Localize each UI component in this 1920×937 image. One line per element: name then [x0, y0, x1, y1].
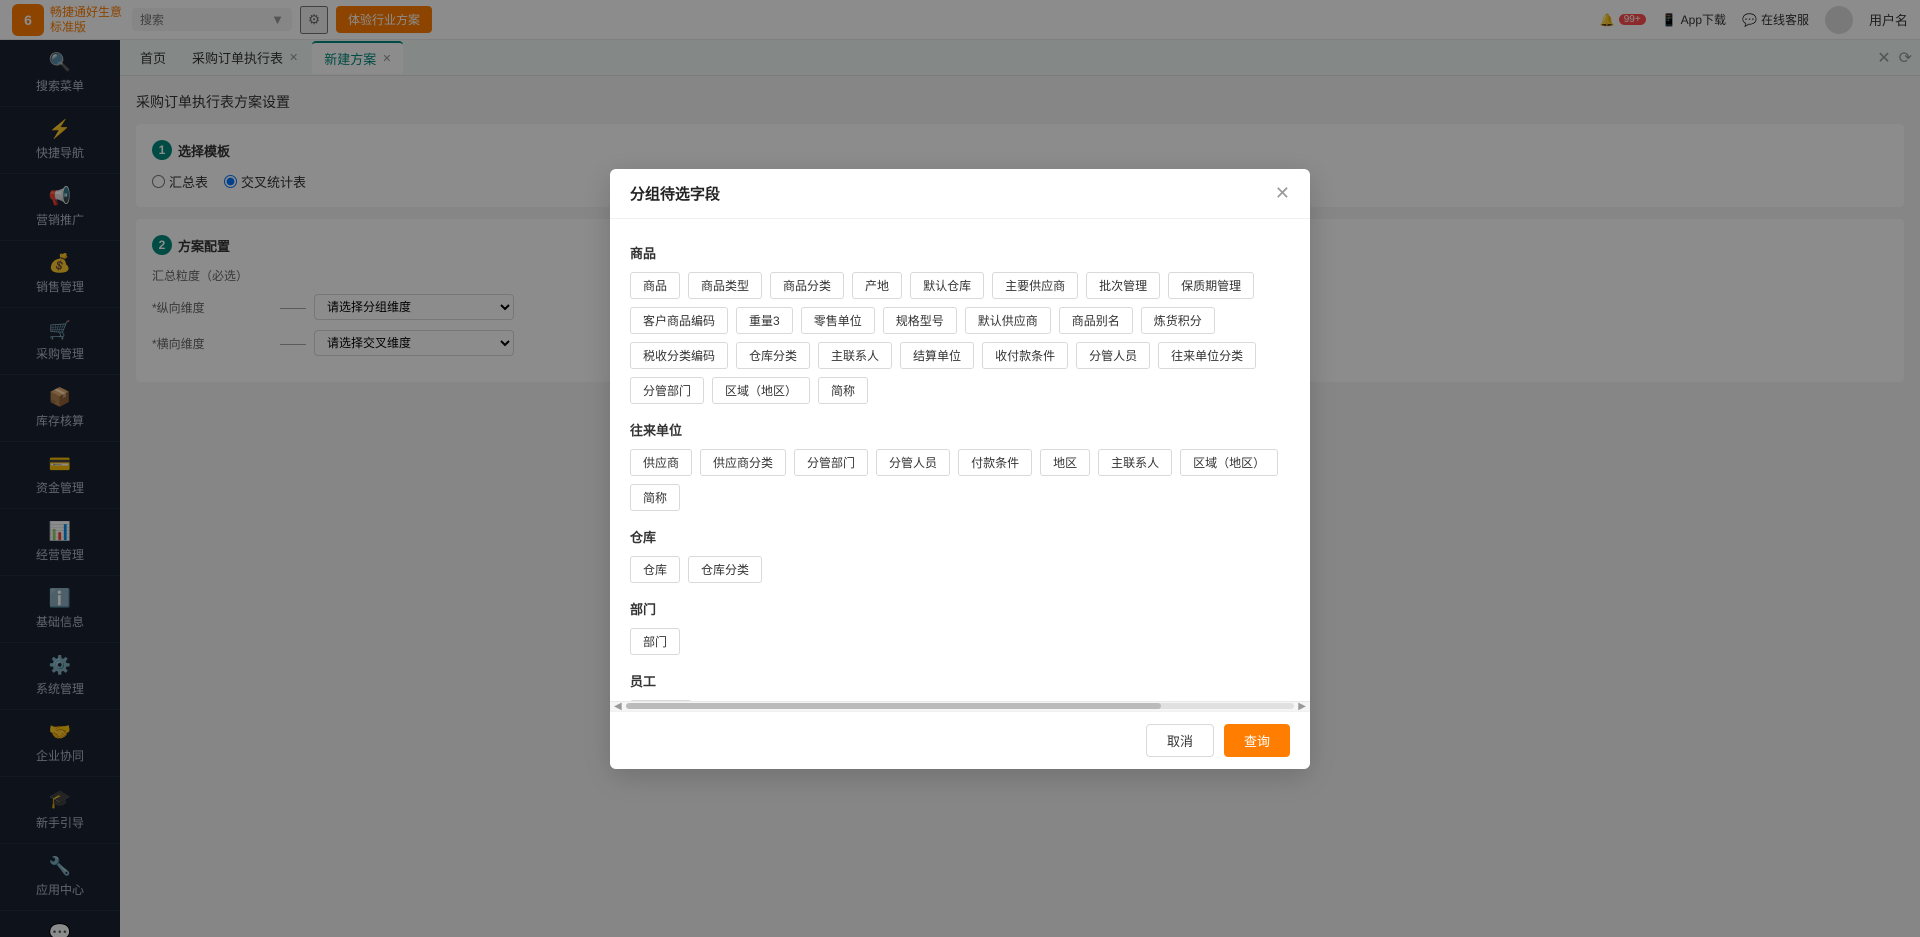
field-tag-1-3[interactable]: 分管人员 [876, 449, 950, 476]
field-tag-0-15[interactable]: 税收分类编码 [630, 342, 728, 369]
modal-footer: 取消 查询 [610, 711, 1310, 769]
field-group-title-2: 仓库 [630, 527, 1290, 546]
field-tag-1-1[interactable]: 供应商分类 [700, 449, 786, 476]
field-tags-1: 供应商供应商分类分管部门分管人员付款条件地区主联系人区域（地区） 简称 [630, 449, 1290, 511]
field-tag-0-14[interactable]: 炼货积分 [1141, 307, 1215, 334]
field-tag-0-0[interactable]: 商品 [630, 272, 680, 299]
modal-close-button[interactable]: ✕ [1275, 183, 1290, 204]
field-tag-0-19[interactable]: 收付款条件 [982, 342, 1068, 369]
field-group-title-0: 商品 [630, 243, 1290, 262]
field-tag-0-9[interactable]: 重量3 [736, 307, 793, 334]
field-tag-0-18[interactable]: 结算单位 [900, 342, 974, 369]
field-tag-0-24[interactable]: 简称 [818, 377, 868, 404]
scrollbar-thumb [626, 703, 1161, 709]
field-tag-1-6[interactable]: 主联系人 [1098, 449, 1172, 476]
field-tag-0-8[interactable]: 客户商品编码 [630, 307, 728, 334]
field-tags-2: 仓库仓库分类 [630, 556, 1290, 583]
scrollbar-track [626, 703, 1295, 709]
field-tag-3-0[interactable]: 部门 [630, 628, 680, 655]
field-tag-0-6[interactable]: 批次管理 [1086, 272, 1160, 299]
cancel-button[interactable]: 取消 [1146, 724, 1214, 757]
field-select-modal: 分组待选字段 ✕ 商品商品商品类型商品分类产地默认仓库主要供应商批次管理保质期管… [610, 169, 1310, 769]
field-tag-1-7[interactable]: 区域（地区） [1180, 449, 1278, 476]
field-tags-0: 商品商品类型商品分类产地默认仓库主要供应商批次管理保质期管理客户商品编码重量3 零… [630, 272, 1290, 404]
field-tag-0-13[interactable]: 商品别名 [1059, 307, 1133, 334]
horizontal-scrollbar[interactable]: ◀ ▶ [610, 701, 1310, 711]
field-tag-0-23[interactable]: 区域（地区） [712, 377, 810, 404]
field-tag-1-8[interactable]: 简称 [630, 484, 680, 511]
field-group-title-4: 员工 [630, 671, 1290, 690]
modal-body: 商品商品商品类型商品分类产地默认仓库主要供应商批次管理保质期管理客户商品编码重量… [610, 219, 1310, 701]
field-tag-0-20[interactable]: 分管人员 [1076, 342, 1150, 369]
modal-title: 分组待选字段 [630, 183, 720, 204]
field-tag-0-11[interactable]: 规格型号 [883, 307, 957, 334]
field-tag-0-4[interactable]: 默认仓库 [910, 272, 984, 299]
field-tag-1-5[interactable]: 地区 [1040, 449, 1090, 476]
field-tag-0-7[interactable]: 保质期管理 [1168, 272, 1254, 299]
field-tag-1-2[interactable]: 分管部门 [794, 449, 868, 476]
confirm-button[interactable]: 查询 [1224, 724, 1290, 757]
field-tag-2-1[interactable]: 仓库分类 [688, 556, 762, 583]
field-group-title-1: 往来单位 [630, 420, 1290, 439]
field-tag-0-21[interactable]: 往来单位分类 [1158, 342, 1256, 369]
field-tag-0-17[interactable]: 主联系人 [818, 342, 892, 369]
field-tag-1-0[interactable]: 供应商 [630, 449, 692, 476]
field-tag-0-12[interactable]: 默认供应商 [965, 307, 1051, 334]
field-group-title-3: 部门 [630, 599, 1290, 618]
modal-overlay: 分组待选字段 ✕ 商品商品商品类型商品分类产地默认仓库主要供应商批次管理保质期管… [0, 0, 1920, 937]
field-tag-0-16[interactable]: 仓库分类 [736, 342, 810, 369]
field-tag-0-1[interactable]: 商品类型 [688, 272, 762, 299]
field-tag-2-0[interactable]: 仓库 [630, 556, 680, 583]
field-tag-0-10[interactable]: 零售单位 [801, 307, 875, 334]
field-tag-0-3[interactable]: 产地 [852, 272, 902, 299]
field-tag-0-5[interactable]: 主要供应商 [992, 272, 1078, 299]
field-tag-0-22[interactable]: 分管部门 [630, 377, 704, 404]
modal-header: 分组待选字段 ✕ [610, 169, 1310, 219]
field-tag-1-4[interactable]: 付款条件 [958, 449, 1032, 476]
field-tag-0-2[interactable]: 商品分类 [770, 272, 844, 299]
field-tags-3: 部门 [630, 628, 1290, 655]
